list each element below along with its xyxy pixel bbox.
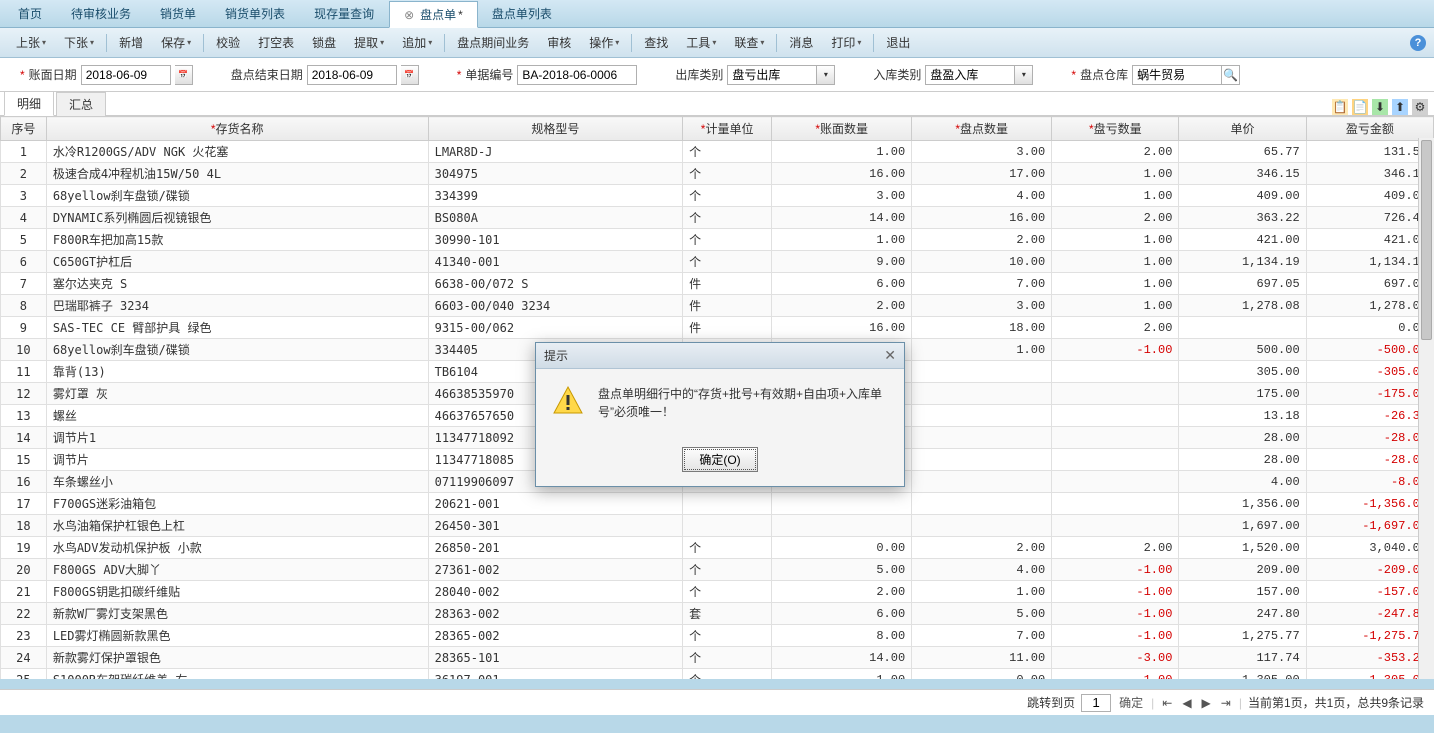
alert-dialog: 提示 ✕ 盘点单明细行中的“存货+批号+有效期+自由项+入库单号”必须唯一！ 确…	[535, 342, 905, 487]
dialog-title: 提示	[544, 347, 568, 364]
dialog-message: 盘点单明细行中的“存货+批号+有效期+自由项+入库单号”必须唯一！	[598, 385, 888, 421]
warning-icon	[552, 385, 584, 417]
dialog-titlebar[interactable]: 提示 ✕	[536, 343, 904, 369]
dialog-ok-button[interactable]: 确定(O)	[682, 447, 757, 472]
modal-backdrop: 提示 ✕ 盘点单明细行中的“存货+批号+有效期+自由项+入库单号”必须唯一！ 确…	[0, 0, 1434, 733]
dialog-close-icon[interactable]: ✕	[884, 347, 896, 364]
